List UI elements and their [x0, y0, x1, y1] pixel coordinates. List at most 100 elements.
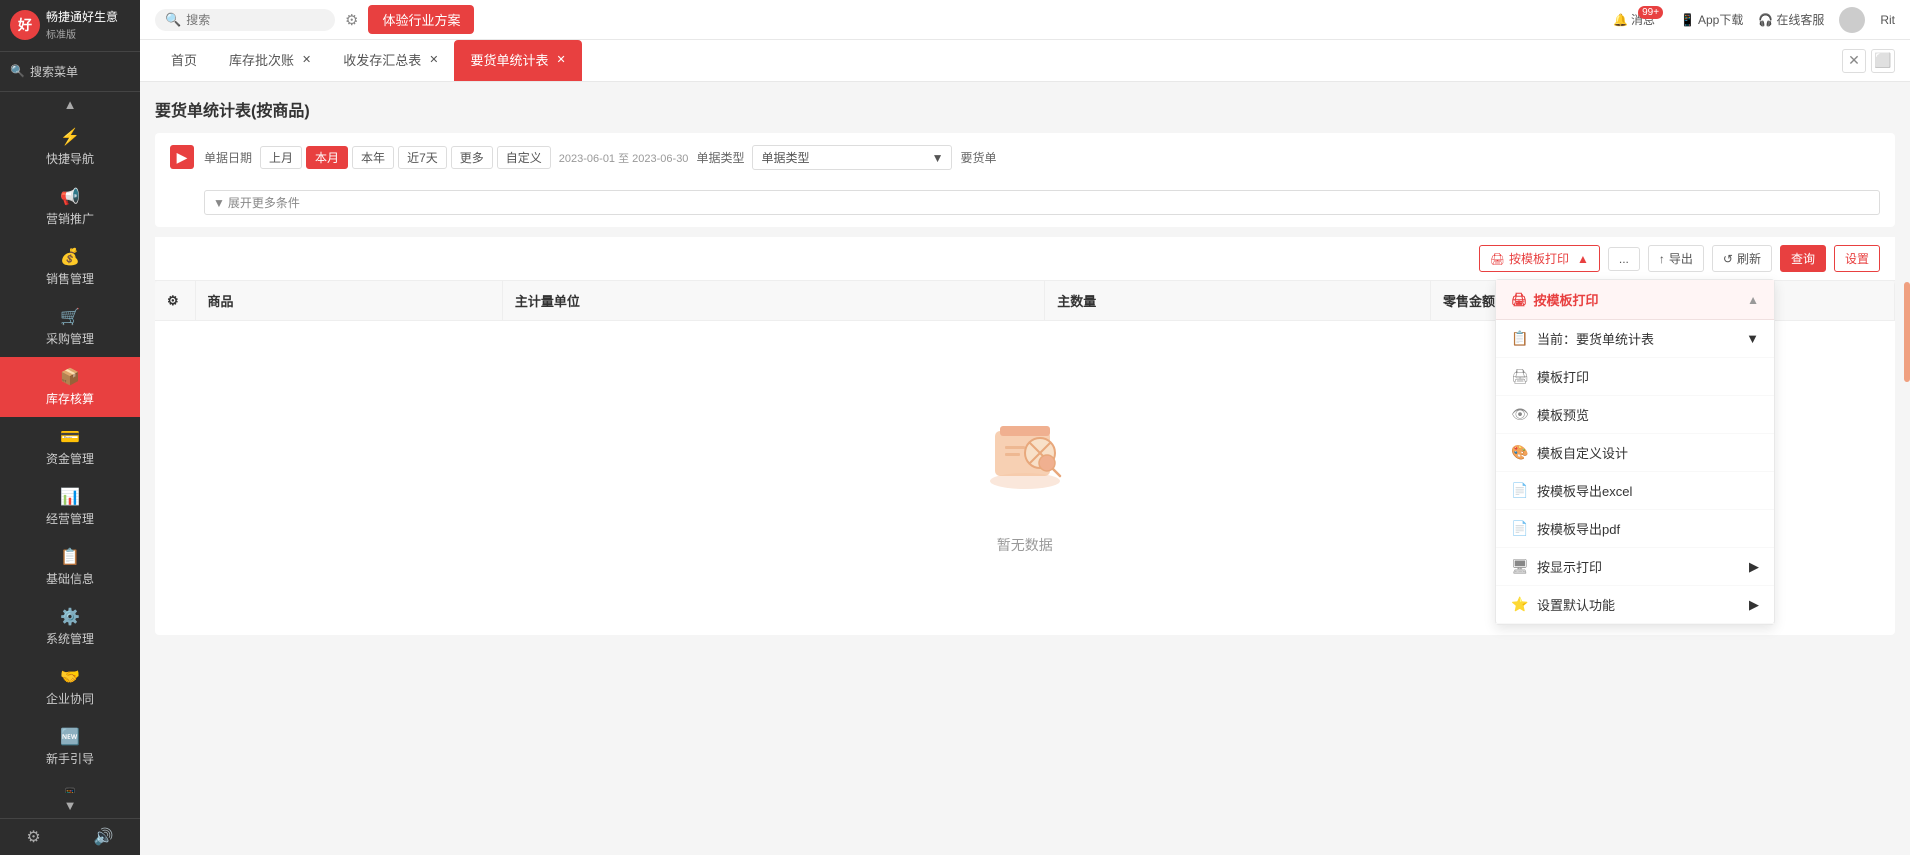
sidebar-scroll-down[interactable]: ▼ — [0, 793, 140, 818]
quick-nav-icon: ⚡ — [60, 127, 80, 147]
sidebar-item-sales[interactable]: 💰 销售管理 — [0, 237, 140, 297]
sidebar-item-guide[interactable]: 🆕 新手引导 — [0, 717, 140, 777]
headset-icon: 🎧 — [1758, 13, 1773, 27]
tab-close-all-btn[interactable]: ✕ — [1842, 49, 1866, 73]
app-download-btn[interactable]: 📱 App下载 — [1680, 11, 1743, 28]
user-avatar-btn[interactable] — [1839, 7, 1865, 33]
date-btn-this-month[interactable]: 本月 — [306, 146, 348, 169]
sidebar-nav: ⚡ 快捷导航 📢 营销推广 💰 销售管理 🛒 采购管理 📦 库存核算 💳 资金管… — [0, 117, 140, 793]
dropdown-header[interactable]: 🖨 按模板打印 ▲ — [1496, 280, 1774, 320]
tabs-right-controls: ✕ ⬜ — [1842, 49, 1895, 73]
trial-btn[interactable]: 体验行业方案 — [368, 5, 474, 34]
dropdown-template-preview[interactable]: 👁 模板预览 — [1496, 396, 1774, 434]
dropdown-template-pdf[interactable]: 📄 按模板导出pdf — [1496, 510, 1774, 548]
guide-label: 新手引导 — [46, 750, 94, 767]
sidebar-item-inventory[interactable]: 📦 库存核算 — [0, 357, 140, 417]
tab-home[interactable]: 首页 — [155, 40, 213, 81]
display-print-label: 按显示打印 — [1537, 557, 1602, 576]
export-icon: ↑ — [1659, 252, 1665, 266]
tab-inventory-batch[interactable]: 库存批次账 ✕ — [213, 40, 327, 81]
search-input[interactable] — [186, 13, 306, 27]
sidebar-scroll-up[interactable]: ▲ — [0, 92, 140, 117]
col-settings[interactable]: ⚙ — [155, 281, 195, 321]
display-print-icon: 🖥 — [1511, 558, 1529, 575]
tab-order-stats[interactable]: 要货单统计表 ✕ — [454, 40, 581, 81]
tab-maximize-btn[interactable]: ⬜ — [1871, 49, 1895, 73]
date-btn-last-month[interactable]: 上月 — [260, 146, 302, 169]
template-design-label: 模板自定义设计 — [1537, 443, 1628, 462]
sidebar-item-apps[interactable]: 📱 应用中心 — [0, 777, 140, 793]
sidebar-item-operation[interactable]: 📊 经营管理 — [0, 477, 140, 537]
current-template-icon: 📋 — [1511, 330, 1529, 347]
expand-more-conditions-btn[interactable]: ▼ 展开更多条件 — [204, 190, 1880, 215]
dropdown-current-template[interactable]: 📋 当前：要货单统计表 ▼ — [1496, 320, 1774, 358]
export-btn[interactable]: ↑ 导出 — [1648, 245, 1704, 272]
settings-btn[interactable]: 设置 — [1834, 245, 1880, 272]
display-print-arrow: ▶ — [1749, 559, 1759, 575]
marketing-icon: 📢 — [60, 187, 80, 207]
filter-toggle-btn[interactable]: ▶ — [170, 145, 194, 169]
template-print-label: 模板打印 — [1537, 367, 1589, 386]
sidebar-item-basic[interactable]: 📋 基础信息 — [0, 537, 140, 597]
purchase-icon: 🛒 — [60, 307, 80, 327]
operation-label: 经营管理 — [46, 510, 94, 527]
topbar-search[interactable]: 🔍 — [155, 9, 335, 31]
sidebar-item-collab[interactable]: 🤝 企业协同 — [0, 657, 140, 717]
app-version: 标准版 — [46, 26, 118, 41]
sidebar-item-purchase[interactable]: 🛒 采购管理 — [0, 297, 140, 357]
sidebar-item-quick-nav[interactable]: ⚡ 快捷导航 — [0, 117, 140, 177]
sidebar-item-marketing[interactable]: 📢 营销推广 — [0, 177, 140, 237]
scrollbar-right[interactable] — [1904, 282, 1910, 382]
dropdown-display-print[interactable]: 🖥 按显示打印 ▶ — [1496, 548, 1774, 586]
sidebar-item-finance[interactable]: 💳 资金管理 — [0, 417, 140, 477]
sidebar-settings-icon[interactable]: ⚙ — [26, 827, 40, 847]
query-btn[interactable]: 查询 — [1780, 245, 1826, 272]
sidebar-logo: 好 畅捷通好生意 标准版 — [0, 0, 140, 52]
filter-panel: ▶ 单据日期 上月 本月 本年 近7天 更多 自定义 2023-06-01 至 … — [155, 133, 1895, 227]
topbar-gear-icon[interactable]: ⚙ — [345, 11, 358, 29]
online-service-btn[interactable]: 🎧 在线客服 — [1758, 11, 1824, 28]
default-func-label: 设置默认功能 — [1537, 595, 1615, 614]
search-menu-btn[interactable]: 🔍 搜索菜单 — [10, 60, 130, 83]
order-type-select[interactable]: 单据类型 ▼ — [752, 145, 952, 170]
refresh-btn[interactable]: ↺ 刷新 — [1712, 245, 1772, 272]
operation-icon: 📊 — [60, 487, 80, 507]
topbar-search-icon: 🔍 — [165, 12, 181, 28]
default-func-arrow: ▶ — [1749, 597, 1759, 613]
date-range-display: 2023-06-01 至 2023-06-30 — [559, 150, 689, 166]
username-btn[interactable]: Rit — [1880, 13, 1895, 27]
print-icon: 🖨 — [1490, 252, 1505, 266]
current-chevron-icon: ▼ — [1746, 331, 1759, 346]
date-btn-custom[interactable]: 自定义 — [497, 146, 551, 169]
date-btn-more[interactable]: 更多 — [451, 146, 493, 169]
tab-inventory-batch-label: 库存批次账 — [229, 50, 294, 69]
username-label: Rit — [1880, 13, 1895, 27]
template-design-icon: 🎨 — [1511, 444, 1529, 461]
dropdown-template-print[interactable]: 🖨 模板打印 — [1496, 358, 1774, 396]
tab-inventory-batch-close[interactable]: ✕ — [302, 53, 311, 66]
col-qty: 主数量 — [1045, 281, 1431, 321]
template-preview-icon: 👁 — [1511, 406, 1529, 423]
message-btn[interactable]: 🔔 消息 99+ — [1613, 11, 1655, 28]
message-badge: 99+ — [1638, 6, 1663, 19]
date-btn-this-year[interactable]: 本年 — [352, 146, 394, 169]
sidebar: 好 畅捷通好生意 标准版 🔍 搜索菜单 ▲ ⚡ 快捷导航 📢 营销推广 💰 销售… — [0, 0, 140, 855]
tab-receipt-summary[interactable]: 收发存汇总表 ✕ — [327, 40, 454, 81]
avatar — [1839, 7, 1865, 33]
dropdown-template-excel[interactable]: 📄 按模板导出excel — [1496, 472, 1774, 510]
dropdown-template-design[interactable]: 🎨 模板自定义设计 — [1496, 434, 1774, 472]
finance-label: 资金管理 — [46, 450, 94, 467]
dropdown-default-func[interactable]: ⭐ 设置默认功能 ▶ — [1496, 586, 1774, 624]
more-options-btn[interactable]: ... — [1608, 247, 1640, 271]
online-service-label: 在线客服 — [1776, 11, 1824, 28]
tab-order-stats-close[interactable]: ✕ — [557, 53, 566, 66]
tabs-bar: 首页 库存批次账 ✕ 收发存汇总表 ✕ 要货单统计表 ✕ ✕ ⬜ — [140, 40, 1910, 82]
date-options: 上月 本月 本年 近7天 更多 自定义 — [260, 146, 551, 169]
print-template-btn[interactable]: 🖨 按模板打印 ▲ — [1479, 245, 1600, 272]
purchase-label: 采购管理 — [46, 330, 94, 347]
date-btn-7days[interactable]: 近7天 — [398, 146, 447, 169]
sidebar-audio-icon[interactable]: 🔊 — [94, 827, 114, 847]
basic-label: 基础信息 — [46, 570, 94, 587]
sidebar-item-system[interactable]: ⚙️ 系统管理 — [0, 597, 140, 657]
tab-receipt-summary-close[interactable]: ✕ — [429, 53, 438, 66]
